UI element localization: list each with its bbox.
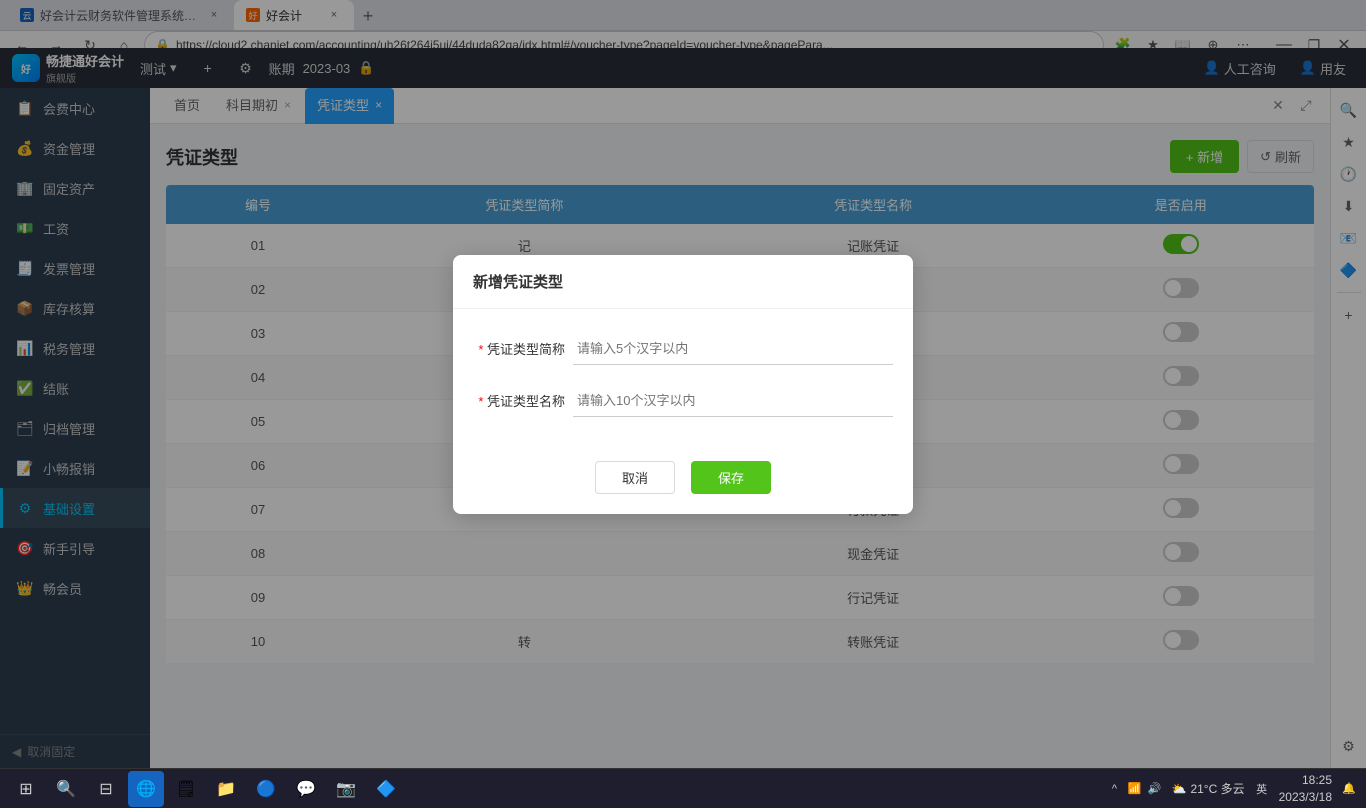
dialog-footer: 取消 保存: [453, 453, 913, 514]
taskbar-chrome-app[interactable]: 🔵: [248, 771, 284, 807]
cancel-button[interactable]: 取消: [595, 461, 675, 494]
taskbar-wechat-icon: 💬: [296, 779, 316, 799]
name-input[interactable]: [573, 385, 893, 417]
dialog-body: 凭证类型简称 凭证类型名称: [453, 309, 913, 453]
dialog-overlay: 新增凭证类型 凭证类型简称 凭证类型名称 取消 保存: [0, 0, 1366, 768]
taskbar-notepad-app[interactable]: 🗒: [168, 771, 204, 807]
new-voucher-dialog: 新增凭证类型 凭证类型简称 凭证类型名称 取消 保存: [453, 255, 913, 514]
dialog-header: 新增凭证类型: [453, 255, 913, 309]
save-button[interactable]: 保存: [691, 461, 771, 494]
system-tray: ^ 📶 🔊: [1106, 780, 1164, 798]
name-label: 凭证类型名称: [473, 391, 573, 410]
tray-network-icon[interactable]: 📶: [1126, 780, 1144, 798]
form-row-name: 凭证类型名称: [473, 385, 893, 417]
taskbar-browser-icon: 🌐: [136, 779, 156, 799]
form-row-short: 凭证类型简称: [473, 333, 893, 365]
tray-chevron[interactable]: ^: [1106, 780, 1124, 798]
taskbar-notepad-icon: 🗒: [176, 779, 196, 799]
taskbar-right: ^ 📶 🔊 ⛅ 21°C 多云 英 18:25 2023/3/18 🔔: [1106, 772, 1359, 806]
taskbar-clock[interactable]: 18:25 2023/3/18: [1279, 772, 1332, 806]
taskbar-camera-app[interactable]: 📷: [328, 771, 364, 807]
taskbar-explorer-app[interactable]: 📁: [208, 771, 244, 807]
short-label: 凭证类型简称: [473, 339, 573, 358]
weather-text: 21°C 多云: [1190, 780, 1244, 797]
taskbar-browser-app[interactable]: 🌐: [128, 771, 164, 807]
taskbar: ⊞ 🔍 ⊟ 🌐 🗒 📁 🔵 💬 📷 🔷 ^ 📶 🔊 ⛅ 21°C 多云 英 18…: [0, 768, 1366, 808]
weather-icon: ⛅: [1172, 782, 1187, 796]
tray-lang[interactable]: 英: [1253, 780, 1271, 798]
tray-sound-icon[interactable]: 🔊: [1146, 780, 1164, 798]
start-button[interactable]: ⊞: [8, 771, 44, 807]
taskbar-multitask-btn[interactable]: ⊟: [88, 771, 124, 807]
taskbar-explorer-icon: 📁: [216, 779, 236, 799]
taskbar-edge-icon: 🔷: [376, 779, 396, 799]
weather-info[interactable]: ⛅ 21°C 多云: [1172, 780, 1245, 797]
clock-time: 18:25: [1279, 772, 1332, 789]
taskbar-camera-icon: 📷: [336, 779, 356, 799]
taskbar-wechat-app[interactable]: 💬: [288, 771, 324, 807]
taskbar-search-btn[interactable]: 🔍: [48, 771, 84, 807]
dialog-title: 新增凭证类型: [473, 274, 563, 291]
taskbar-edge-app[interactable]: 🔷: [368, 771, 404, 807]
clock-date: 2023/3/18: [1279, 789, 1332, 806]
tray-notification[interactable]: 🔔: [1340, 780, 1358, 798]
short-input[interactable]: [573, 333, 893, 365]
taskbar-chrome-icon: 🔵: [256, 779, 276, 799]
